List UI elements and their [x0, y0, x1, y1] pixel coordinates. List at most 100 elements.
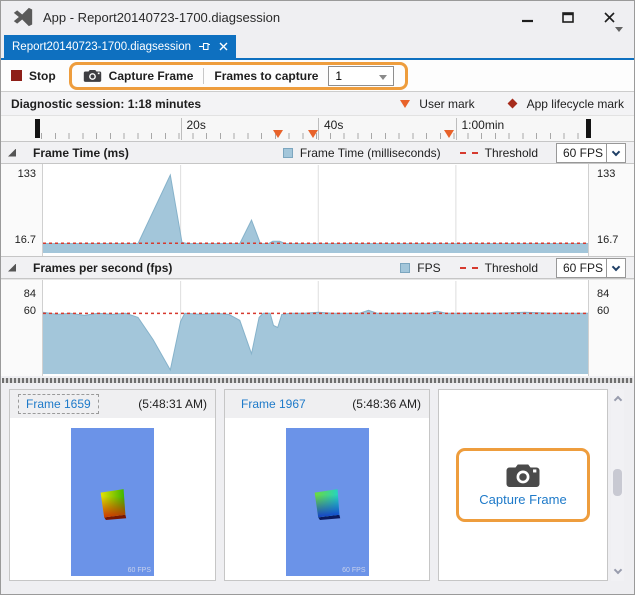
scrollbar-thumb[interactable] [613, 469, 622, 496]
scroll-up-icon[interactable] [611, 391, 624, 406]
frame-card: Frame 1967 (5:48:36 AM) 60 FPS [224, 389, 430, 581]
ruler-tick-label: 20s [181, 118, 206, 140]
frame-time-plot-area[interactable] [43, 165, 588, 253]
stop-label: Stop [29, 69, 56, 83]
window-title: App - Report20140723-1700.diagsession [43, 10, 520, 25]
frame-thumbnail[interactable]: 60 FPS [286, 428, 369, 576]
fps-series-label: FPS [417, 261, 440, 275]
captured-frames-gallery: Frame 1659 (5:48:31 AM) 60 FPS Frame 1 [1, 385, 634, 594]
capture-frame-card-button[interactable]: Capture Frame [456, 448, 590, 522]
timeline-range-handle[interactable] [586, 119, 591, 138]
capture-frame-card-label: Capture Frame [479, 492, 566, 507]
session-duration-label: Diagnostic session: 1:18 minutes [11, 97, 201, 111]
minimize-button[interactable] [520, 10, 534, 24]
app-lifecycle-mark-icon [507, 99, 517, 109]
fps-plot-area[interactable] [43, 281, 588, 374]
toolbar-separator [203, 68, 204, 84]
user-mark-label: User mark [419, 97, 474, 111]
fps-title: Frames per second (fps) [33, 261, 172, 275]
fps-fps-selector[interactable]: 60 FPS [556, 258, 626, 278]
stop-button[interactable]: Stop [11, 69, 56, 83]
fps-selector-value: 60 FPS [557, 146, 606, 160]
tab-list-dropdown-icon[interactable] [615, 32, 623, 50]
timeline-range-handle[interactable] [35, 119, 40, 138]
frames-to-capture-combobox[interactable]: 1 [328, 66, 394, 86]
combobox-caret-icon [379, 75, 387, 80]
chevron-down-icon [612, 147, 620, 155]
capture-frame-label: Capture Frame [109, 69, 194, 83]
user-mark-icon [444, 130, 454, 138]
visual-studio-logo-icon [13, 7, 33, 27]
close-window-button[interactable] [602, 10, 616, 24]
collapse-toggle-icon[interactable] [8, 264, 16, 272]
collapse-toggle-icon[interactable] [8, 149, 16, 157]
y-max-label: 133 [597, 168, 615, 180]
fps-left-axis: 84 60 [1, 280, 43, 376]
threshold-line-icon [460, 152, 478, 154]
gallery-scrollbar[interactable] [611, 389, 624, 581]
y-threshold-label: 60 [24, 305, 36, 317]
frame-thumbnail[interactable]: 60 FPS [71, 428, 154, 576]
title-bar: App - Report20140723-1700.diagsession [1, 1, 634, 33]
ruler-tick-label: 1:00min [456, 118, 505, 140]
timeline-ruler[interactable]: 20s 40s 1:00min [1, 115, 634, 141]
frame-time-left-axis: 133 16.7 [1, 164, 43, 256]
user-mark-icon [400, 100, 410, 108]
camera-icon [83, 69, 102, 82]
frames-to-capture-label: Frames to capture [214, 69, 318, 83]
y-max-label: 84 [597, 288, 609, 300]
frame-card-header: Frame 1659 (5:48:31 AM) [10, 390, 215, 418]
horizontal-splitter[interactable] [1, 376, 634, 385]
frame-time-title: Frame Time (ms) [33, 146, 129, 160]
stop-icon [11, 70, 22, 81]
scroll-down-icon[interactable] [611, 564, 624, 579]
y-threshold-label: 16.7 [597, 234, 618, 246]
fps-selector-dropdown-button[interactable] [606, 144, 625, 162]
frame-timestamp: (5:48:31 AM) [138, 397, 207, 411]
frame-time-section-header: Frame Time (ms) Frame Time (milliseconds… [1, 141, 634, 164]
app-lifecycle-mark-label: App lifecycle mark [527, 97, 624, 111]
frame-card: Frame 1659 (5:48:31 AM) 60 FPS [9, 389, 216, 581]
capture-highlight-callout: Capture Frame Frames to capture 1 [69, 62, 409, 90]
frame-time-chart: 133 16.7 133 16.7 [1, 164, 634, 256]
fps-chart: 84 60 84 60 [1, 279, 634, 376]
frame-link[interactable]: Frame 1967 [233, 394, 314, 414]
frame-timestamp: (5:48:36 AM) [352, 397, 421, 411]
thumbnail-fps-overlay: 60 FPS [128, 567, 151, 574]
threshold-line-icon [460, 267, 478, 269]
frame-time-series-swatch-icon [283, 148, 293, 158]
frame-link[interactable]: Frame 1659 [18, 394, 99, 414]
user-mark-icon [308, 130, 318, 138]
fps-selector-value: 60 FPS [557, 261, 606, 275]
frame-card-header: Frame 1967 (5:48:36 AM) [225, 390, 429, 418]
chevron-down-icon [612, 262, 620, 270]
y-max-label: 84 [24, 288, 36, 300]
user-mark-icon [273, 130, 283, 138]
y-max-label: 133 [18, 168, 36, 180]
fps-series-swatch-icon [400, 263, 410, 273]
capture-frame-card: Capture Frame [438, 389, 608, 581]
tab-label: Report20140723-1700.diagsession [12, 41, 191, 53]
fps-selector-dropdown-button[interactable] [606, 259, 625, 277]
diagnostic-session-bar: Diagnostic session: 1:18 minutes User ma… [1, 91, 634, 115]
tab-strip: Report20140723-1700.diagsession [1, 33, 634, 60]
frame-thumbnail-cube-icon [98, 485, 128, 525]
session-toolbar: Stop Capture Frame Frames to capture 1 [1, 60, 634, 91]
frames-to-capture-value: 1 [335, 69, 342, 83]
camera-icon [505, 463, 541, 487]
y-threshold-label: 16.7 [15, 234, 36, 246]
threshold-label: Threshold [485, 261, 538, 275]
capture-frame-button[interactable]: Capture Frame [83, 69, 194, 83]
fps-section-header: Frames per second (fps) FPS Threshold 60… [1, 256, 634, 279]
app-window: App - Report20140723-1700.diagsession Re… [0, 0, 635, 595]
fps-right-axis: 84 60 [588, 280, 634, 376]
ruler-tick-label: 40s [318, 118, 343, 140]
frame-time-fps-selector[interactable]: 60 FPS [556, 143, 626, 163]
frame-time-right-axis: 133 16.7 [588, 164, 634, 256]
pin-icon[interactable] [199, 41, 211, 52]
threshold-label: Threshold [485, 146, 538, 160]
document-tab[interactable]: Report20140723-1700.diagsession [4, 35, 236, 58]
maximize-button[interactable] [561, 10, 575, 24]
tab-close-icon[interactable] [219, 42, 228, 51]
thumbnail-fps-overlay: 60 FPS [342, 567, 365, 574]
